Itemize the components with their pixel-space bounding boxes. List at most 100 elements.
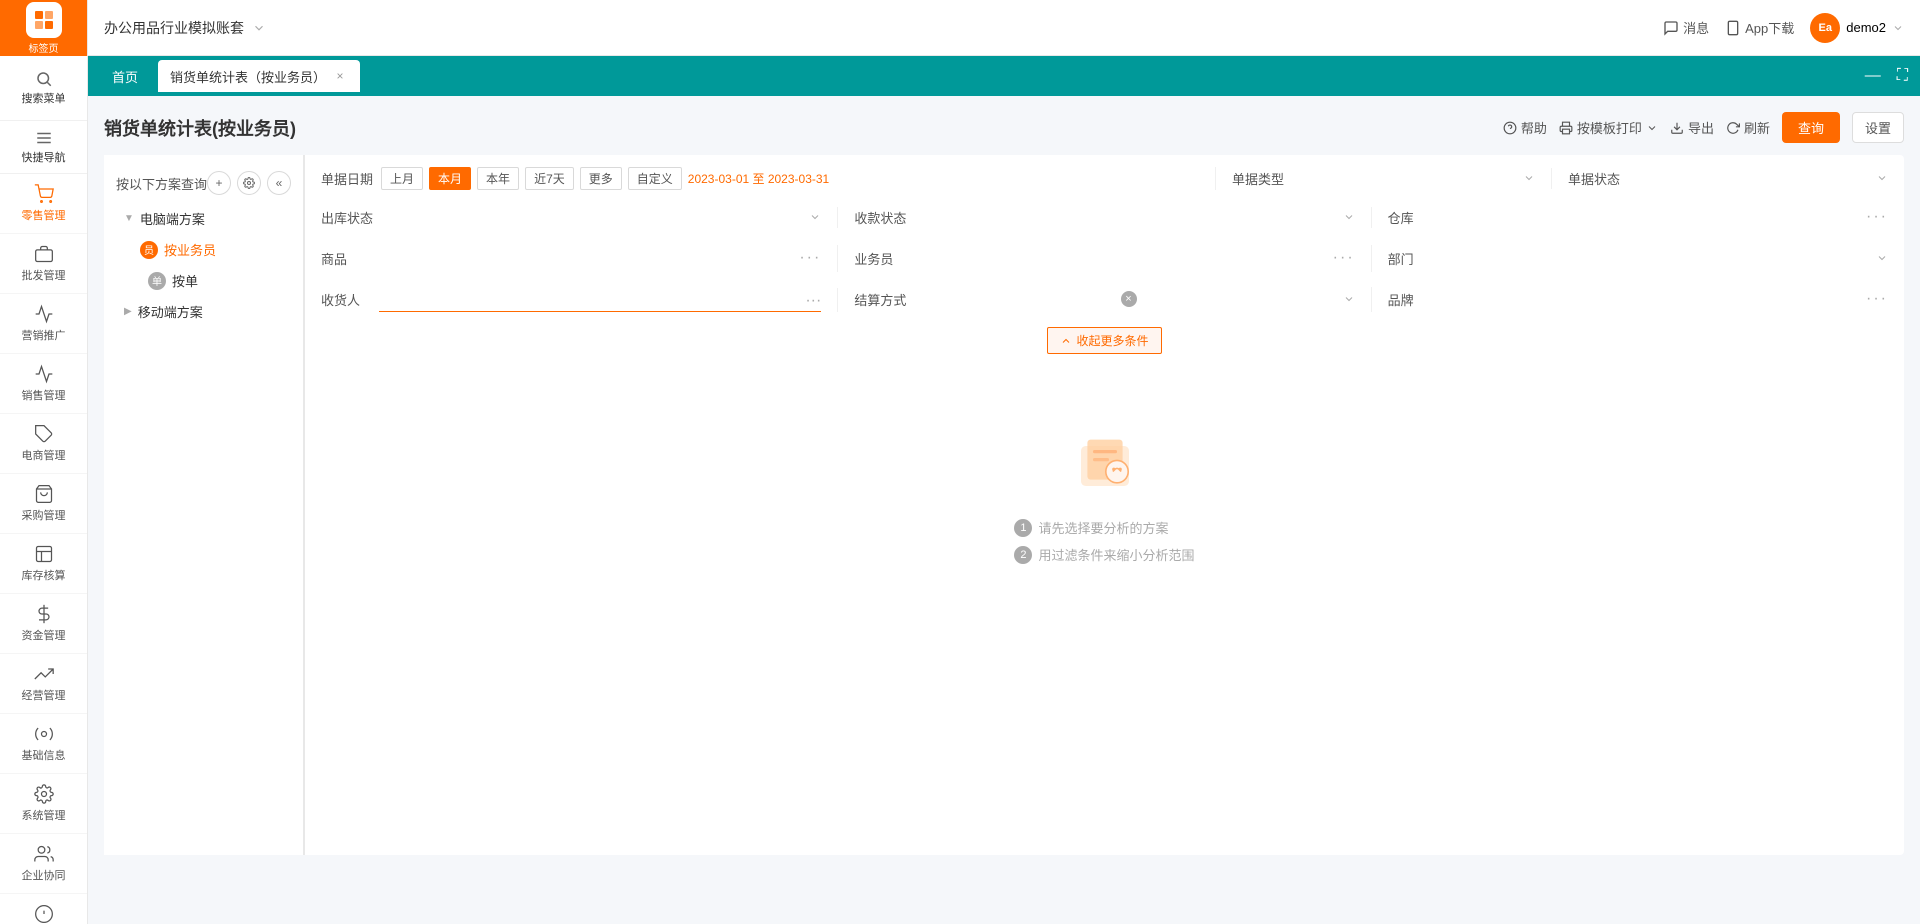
- query-btn[interactable]: 查询: [1782, 112, 1840, 143]
- sidebar-item-marketing[interactable]: 营销推广: [0, 294, 87, 354]
- sidebar-item-purchase[interactable]: 采购管理: [0, 474, 87, 534]
- date-label: 单据日期: [321, 169, 373, 188]
- sidebar-search-item[interactable]: 搜索菜单: [0, 56, 87, 121]
- settlement-label: 结算方式: [854, 290, 906, 309]
- sidebar-item-inventory[interactable]: 库存核算: [0, 534, 87, 594]
- goods-select[interactable]: ···: [379, 245, 821, 272]
- inventory-label: 库存核算: [22, 567, 66, 583]
- add-scheme-btn[interactable]: +: [207, 171, 231, 195]
- date-this-year-btn[interactable]: 本年: [477, 167, 519, 190]
- sidebar-item-new[interactable]: 新手引导: [0, 894, 87, 924]
- sidebar-logo[interactable]: 标签页: [0, 0, 87, 56]
- empty-state: 1 请先选择要分析的方案 2 用过滤条件来缩小分析范围: [321, 362, 1888, 632]
- basic-label: 基础信息: [22, 747, 66, 763]
- filter-doc-type: 单据类型: [1232, 168, 1552, 189]
- tree-pc-schemes[interactable]: ▼ 电脑端方案: [104, 203, 303, 234]
- sidebar-item-sales[interactable]: 销售管理: [0, 354, 87, 414]
- print-btn[interactable]: 按模板打印: [1559, 118, 1658, 137]
- msg-label: 消息: [1683, 18, 1709, 37]
- warehouse-control: ···: [1446, 204, 1888, 231]
- sys-label: 系统管理: [22, 807, 66, 823]
- out-status-select[interactable]: [381, 207, 821, 228]
- left-panel-title: 按以下方案查询: [116, 174, 207, 193]
- dept-select[interactable]: [1446, 248, 1888, 269]
- receiver-input[interactable]: [379, 288, 821, 312]
- page-header: 销货单统计表(按业务员) 帮助 按模板打印 导出: [104, 112, 1904, 143]
- doc-status-select[interactable]: [1628, 168, 1888, 189]
- sidebar-item-sys[interactable]: 系统管理: [0, 774, 87, 834]
- edit-scheme-btn[interactable]: [237, 171, 261, 195]
- sidebar-item-basic[interactable]: 基础信息: [0, 714, 87, 774]
- settlement-select[interactable]: ×: [914, 287, 1354, 312]
- receipt-status-control: [914, 207, 1354, 228]
- message-btn[interactable]: 消息: [1663, 18, 1709, 37]
- warehouse-select[interactable]: ···: [1446, 204, 1888, 231]
- sidebar-item-corp[interactable]: 企业协同: [0, 834, 87, 894]
- doc-type-label: 单据类型: [1232, 169, 1284, 188]
- page-actions: 帮助 按模板打印 导出 刷新: [1503, 112, 1904, 143]
- salesperson-scheme-icon: 员: [140, 241, 158, 259]
- content-area: 销货单统计表(按业务员) 帮助 按模板打印 导出: [88, 96, 1920, 924]
- app-download-btn[interactable]: App下载: [1725, 18, 1794, 37]
- tree-by-order[interactable]: 单 按单: [120, 265, 303, 296]
- export-btn[interactable]: 导出: [1670, 118, 1714, 137]
- tab-minimize-btn[interactable]: —: [1861, 63, 1885, 89]
- date-last-month-btn[interactable]: 上月: [381, 167, 423, 190]
- brand-select[interactable]: ···: [1446, 286, 1888, 313]
- user-menu[interactable]: Ea demo2: [1810, 13, 1904, 43]
- quick-nav[interactable]: 快捷导航: [0, 121, 87, 174]
- date-range-text: 2023-03-01 至 2023-03-31: [688, 170, 829, 187]
- tab-home[interactable]: 首页: [96, 56, 154, 96]
- collapse-panel-btn[interactable]: «: [267, 171, 291, 195]
- filter-row-3: 商品 ··· 业务员: [321, 245, 1888, 272]
- date-more-btn[interactable]: 更多: [580, 167, 622, 190]
- filter-doc-status: 单据状态: [1568, 168, 1888, 189]
- filter-date: 单据日期 上月 本月 本年 近7天 更多 自定义 2023-03-01 至 20…: [321, 167, 1216, 190]
- tree-mobile-schemes[interactable]: ▶ 移动端方案: [104, 296, 303, 327]
- sidebar-item-ops[interactable]: 经营管理: [0, 654, 87, 714]
- date-custom-btn[interactable]: 自定义: [628, 167, 682, 190]
- receipt-status-select[interactable]: [914, 207, 1354, 228]
- tree-by-salesperson[interactable]: 员 按业务员: [120, 234, 303, 265]
- sidebar-item-wholesale[interactable]: 批发管理: [0, 234, 87, 294]
- filter-goods: 商品 ···: [321, 245, 838, 272]
- salesperson-scheme-label: 按业务员: [164, 240, 216, 259]
- brand-control: ···: [1446, 286, 1888, 313]
- collapse-bar: 收起更多条件: [321, 327, 1888, 354]
- empty-illustration: [1065, 422, 1145, 502]
- topbar-dropdown[interactable]: [252, 21, 266, 35]
- receipt-status-label: 收款状态: [854, 208, 906, 227]
- ecom-label: 电商管理: [22, 447, 66, 463]
- settings-btn[interactable]: 设置: [1852, 112, 1904, 143]
- tab-sales-stats[interactable]: 销货单统计表（按业务员） ×: [158, 60, 360, 92]
- out-status-control: [381, 207, 821, 228]
- date-7days-btn[interactable]: 近7天: [525, 167, 574, 190]
- out-status-label: 出库状态: [321, 208, 373, 227]
- tabbar: 首页 销货单统计表（按业务员） × — ⛶: [88, 56, 1920, 96]
- filter-out-status: 出库状态: [321, 207, 838, 228]
- salesperson-control: ···: [912, 245, 1354, 272]
- filter-settlement: 结算方式 ×: [854, 287, 1371, 312]
- sidebar-item-ecom[interactable]: 电商管理: [0, 414, 87, 474]
- salesperson-select[interactable]: ···: [912, 245, 1354, 272]
- sidebar-item-retail[interactable]: 零售管理: [0, 174, 87, 234]
- help-btn[interactable]: 帮助: [1503, 118, 1547, 137]
- filter-row-2: 出库状态 收款状态: [321, 204, 1888, 231]
- tab-close-btn[interactable]: ×: [332, 68, 348, 84]
- logo-icon: [26, 2, 62, 38]
- settlement-clear-btn[interactable]: ×: [1121, 291, 1137, 307]
- topbar: 办公用品行业模拟账套 消息 App下载 Ea demo2: [88, 0, 1920, 56]
- tab-maximize-btn[interactable]: ⛶: [1893, 63, 1912, 89]
- sidebar-item-finance[interactable]: 资金管理: [0, 594, 87, 654]
- refresh-btn[interactable]: 刷新: [1726, 118, 1770, 137]
- filter-salesperson: 业务员 ···: [854, 245, 1371, 272]
- collapse-btn[interactable]: 收起更多条件: [1047, 327, 1161, 354]
- marketing-label: 营销推广: [22, 327, 66, 343]
- tab-label: 销货单统计表（按业务员）: [170, 67, 326, 86]
- filter-row-1: 单据日期 上月 本月 本年 近7天 更多 自定义 2023-03-01 至 20…: [321, 167, 1888, 190]
- left-panel-actions: + «: [207, 171, 291, 195]
- doc-type-select[interactable]: [1292, 168, 1535, 189]
- filter-brand: 品牌 ···: [1388, 286, 1888, 313]
- purchase-label: 采购管理: [22, 507, 66, 523]
- date-this-month-btn[interactable]: 本月: [429, 167, 471, 190]
